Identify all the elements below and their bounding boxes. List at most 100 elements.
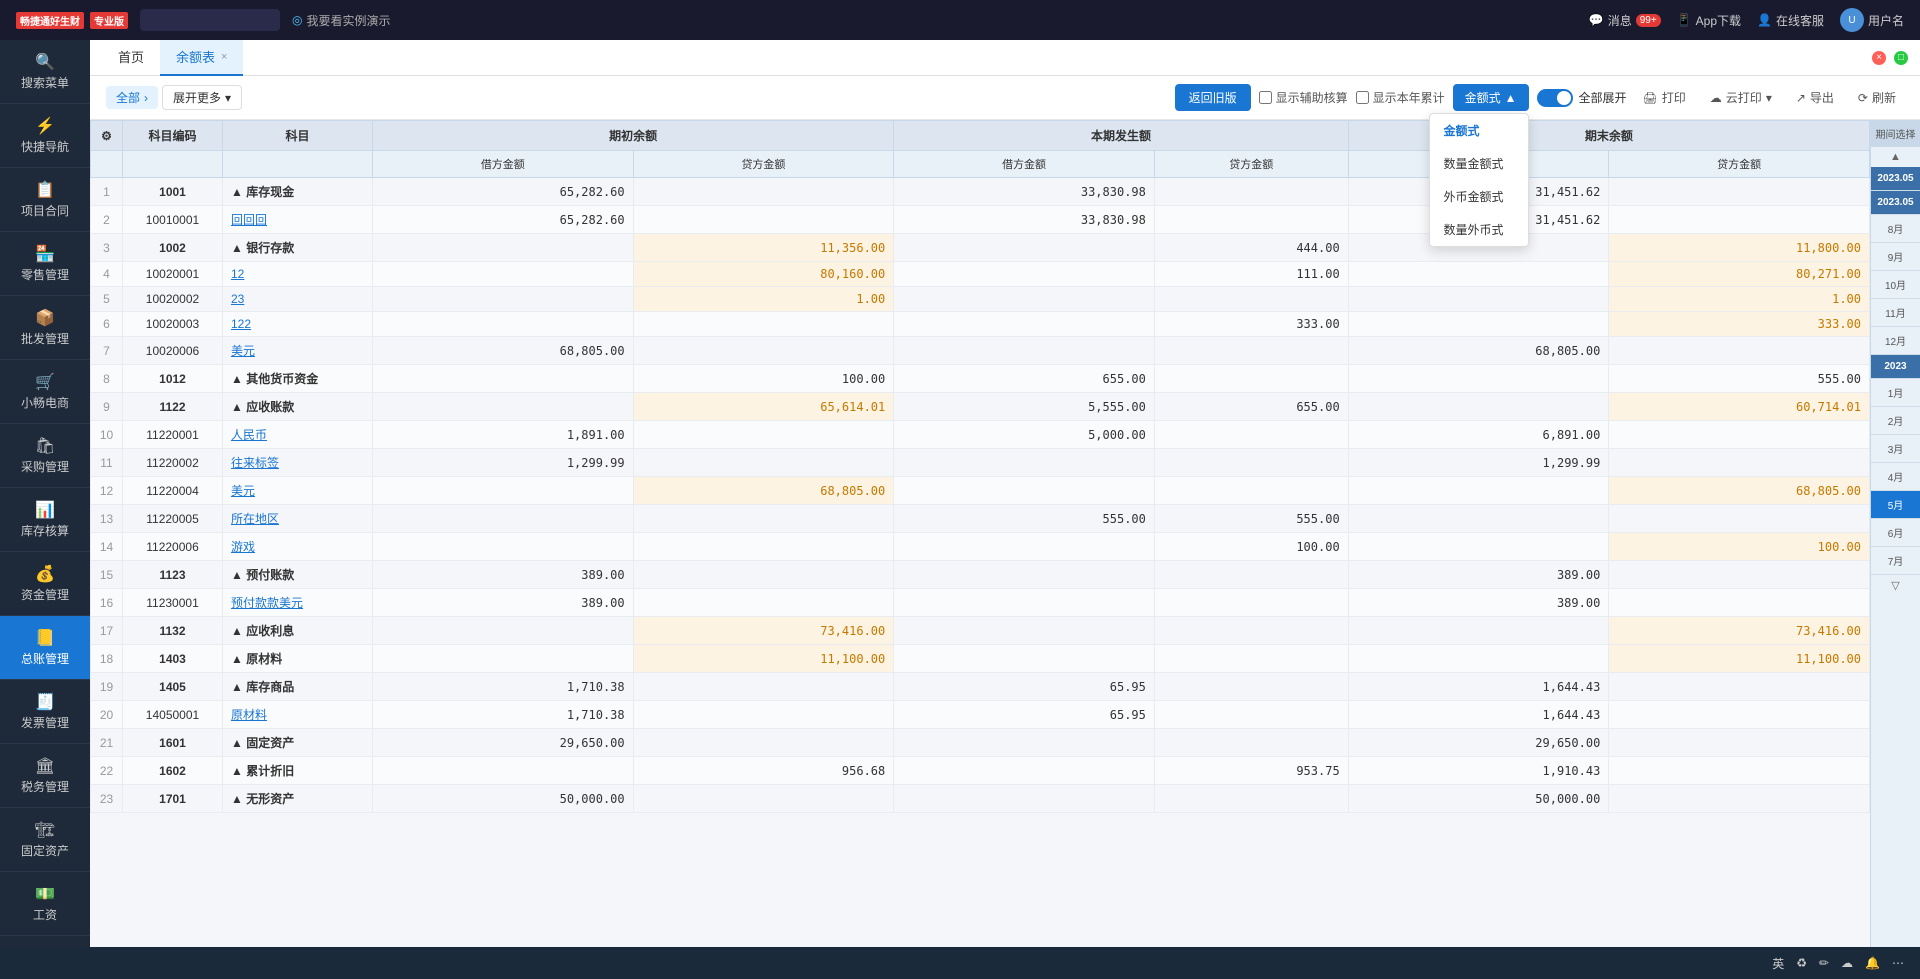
period-month-3[interactable]: 11月 <box>1871 299 1920 327</box>
sidebar-item-13[interactable]: 💵工资 <box>0 872 90 936</box>
period-month-5[interactable]: 2023 <box>1871 355 1920 379</box>
sidebar-item-2[interactable]: 📋项目合同 <box>0 168 90 232</box>
assist-checkbox-input[interactable] <box>1259 91 1272 104</box>
bottom-bell-btn[interactable]: 🔔 <box>1865 956 1880 970</box>
sidebar-item-5[interactable]: 🛒小畅电商 <box>0 360 90 424</box>
cloud-print-btn[interactable]: ☁ 云打印 ▾ <box>1702 85 1780 110</box>
row-debit-init <box>373 505 634 533</box>
show-assist-label: 显示辅助核算 <box>1276 89 1348 106</box>
export-btn[interactable]: ↗ 导出 <box>1788 85 1842 110</box>
row-name[interactable]: 预付款款美元 <box>223 589 373 617</box>
breadcrumb-all-btn[interactable]: 全部 › <box>106 86 158 109</box>
dropdown-item-3[interactable]: 数量外币式 <box>1430 213 1528 246</box>
avatar: U <box>1840 8 1864 32</box>
show-year-checkbox[interactable]: 显示本年累计 <box>1356 89 1445 106</box>
period-month-0[interactable]: 8月 <box>1871 215 1920 243</box>
bottom-more-btn[interactable]: ⋯ <box>1892 956 1904 970</box>
period-year-1[interactable]: 2023.05 <box>1871 191 1920 215</box>
tab-balance[interactable]: 余额表 × <box>160 40 243 76</box>
period-nav-up[interactable]: ▲ <box>1871 147 1920 167</box>
period-month-9[interactable]: 4月 <box>1871 463 1920 491</box>
row-credit-curr <box>1154 287 1348 312</box>
expand-more-btn[interactable]: 展开更多 ▾ <box>162 85 242 110</box>
period-month-11[interactable]: 6月 <box>1871 519 1920 547</box>
period-month-10[interactable]: 5月 <box>1871 491 1920 519</box>
window-max-btn[interactable]: □ <box>1894 51 1908 65</box>
bottom-edit-btn[interactable]: ✏ <box>1819 956 1829 970</box>
row-name[interactable]: 122 <box>223 312 373 337</box>
tab-close-btn[interactable]: × <box>221 51 227 63</box>
sidebar-item-11[interactable]: 🏛税务管理 <box>0 744 90 808</box>
period-nav-down[interactable]: ▽ <box>1871 575 1920 596</box>
print-btn[interactable]: 🖨 打印 <box>1635 85 1694 110</box>
sidebar-label-13: 工资 <box>8 906 82 923</box>
table-container[interactable]: ⚙ 科目编码 科目 期初余额 本期发生额 期末余额 借方金额 <box>90 120 1870 947</box>
sidebar-item-7[interactable]: 📊库存核算 <box>0 488 90 552</box>
bottom-cloud-btn[interactable]: ☁ <box>1841 956 1853 970</box>
toggle-switch[interactable] <box>1537 89 1573 107</box>
table-row: 8 1012 ▲ 其他货币资金 100.00 655.00 555.00 <box>91 365 1870 393</box>
period-year-0[interactable]: 2023.05 <box>1871 167 1920 191</box>
sidebar-label-6: 采购管理 <box>8 458 82 475</box>
row-name[interactable]: 往来标签 <box>223 449 373 477</box>
sidebar-label-1: 快捷导航 <box>8 138 82 155</box>
row-name[interactable]: 原材料 <box>223 701 373 729</box>
sidebar-item-9[interactable]: 📒总账管理 <box>0 616 90 680</box>
window-close-btn[interactable]: × <box>1872 51 1886 65</box>
sidebar-item-8[interactable]: 💰资金管理 <box>0 552 90 616</box>
row-credit-end: 11,100.00 <box>1609 645 1870 673</box>
row-credit-init <box>633 561 894 589</box>
period-month-2[interactable]: 10月 <box>1871 271 1920 299</box>
sidebar-item-0[interactable]: 🔍搜索菜单 <box>0 40 90 104</box>
dropdown-item-1[interactable]: 数量金额式 <box>1430 147 1528 180</box>
back-old-btn[interactable]: 返回旧版 <box>1175 84 1251 111</box>
row-debit-init <box>373 617 634 645</box>
row-code: 11220004 <box>123 477 223 505</box>
logo-text: 畅捷通好生财 <box>16 12 84 29</box>
period-month-4[interactable]: 12月 <box>1871 327 1920 355</box>
app-download-btn[interactable]: 📱 App下载 <box>1677 12 1741 29</box>
sidebar: 🔍搜索菜单⚡快捷导航📋项目合同🏪零售管理📦批发管理🛒小畅电商🛍采购管理📊库存核算… <box>0 40 90 947</box>
show-assist-checkbox[interactable]: 显示辅助核算 <box>1259 89 1348 106</box>
period-month-12[interactable]: 7月 <box>1871 547 1920 575</box>
sidebar-item-12[interactable]: 🏗固定资产 <box>0 808 90 872</box>
row-credit-end: 1.00 <box>1609 287 1870 312</box>
period-month-1[interactable]: 9月 <box>1871 243 1920 271</box>
row-name[interactable]: 人民币 <box>223 421 373 449</box>
message-btn[interactable]: 💬 消息 99+ <box>1589 12 1661 29</box>
row-name[interactable]: 回回回 <box>223 206 373 234</box>
online-service-btn[interactable]: 👤 在线客服 <box>1757 12 1824 29</box>
user-avatar-btn[interactable]: U 用户名 <box>1840 8 1904 32</box>
expand-all-toggle[interactable]: 全部展开 <box>1537 89 1627 107</box>
sidebar-item-3[interactable]: 🏪零售管理 <box>0 232 90 296</box>
period-month-8[interactable]: 3月 <box>1871 435 1920 463</box>
table-row: 13 11220005 所在地区 555.00 555.00 <box>91 505 1870 533</box>
year-checkbox-input[interactable] <box>1356 91 1369 104</box>
bottom-lang-btn[interactable]: 英 <box>1772 955 1784 972</box>
refresh-btn[interactable]: ⟳ 刷新 <box>1850 85 1904 110</box>
period-month-6[interactable]: 1月 <box>1871 379 1920 407</box>
row-name[interactable]: 美元 <box>223 337 373 365</box>
sidebar-item-10[interactable]: 🧾发票管理 <box>0 680 90 744</box>
format-dropdown-btn[interactable]: 金额式 ▲ <box>1453 84 1529 111</box>
period-month-7[interactable]: 2月 <box>1871 407 1920 435</box>
tab-home[interactable]: 首页 <box>102 40 160 76</box>
sidebar-item-6[interactable]: 🛍采购管理 <box>0 424 90 488</box>
bottom-refresh-btn[interactable]: ♻ <box>1796 956 1807 970</box>
demo-link[interactable]: 我要看实例演示 <box>292 12 391 29</box>
row-name[interactable]: 12 <box>223 262 373 287</box>
row-name[interactable]: 所在地区 <box>223 505 373 533</box>
settings-col-header[interactable]: ⚙ <box>91 121 123 151</box>
sidebar-item-4[interactable]: 📦批发管理 <box>0 296 90 360</box>
dropdown-item-0[interactable]: 金额式 <box>1430 114 1528 147</box>
dropdown-item-2[interactable]: 外币金额式 <box>1430 180 1528 213</box>
sidebar-item-14[interactable]: 📈经营管理 <box>0 936 90 947</box>
row-debit-init <box>373 645 634 673</box>
row-debit-init: 1,710.38 <box>373 673 634 701</box>
row-name[interactable]: 23 <box>223 287 373 312</box>
row-name[interactable]: 游戏 <box>223 533 373 561</box>
search-input[interactable] <box>140 9 280 31</box>
row-name[interactable]: 美元 <box>223 477 373 505</box>
row-name: ▲ 应收账款 <box>223 393 373 421</box>
sidebar-item-1[interactable]: ⚡快捷导航 <box>0 104 90 168</box>
